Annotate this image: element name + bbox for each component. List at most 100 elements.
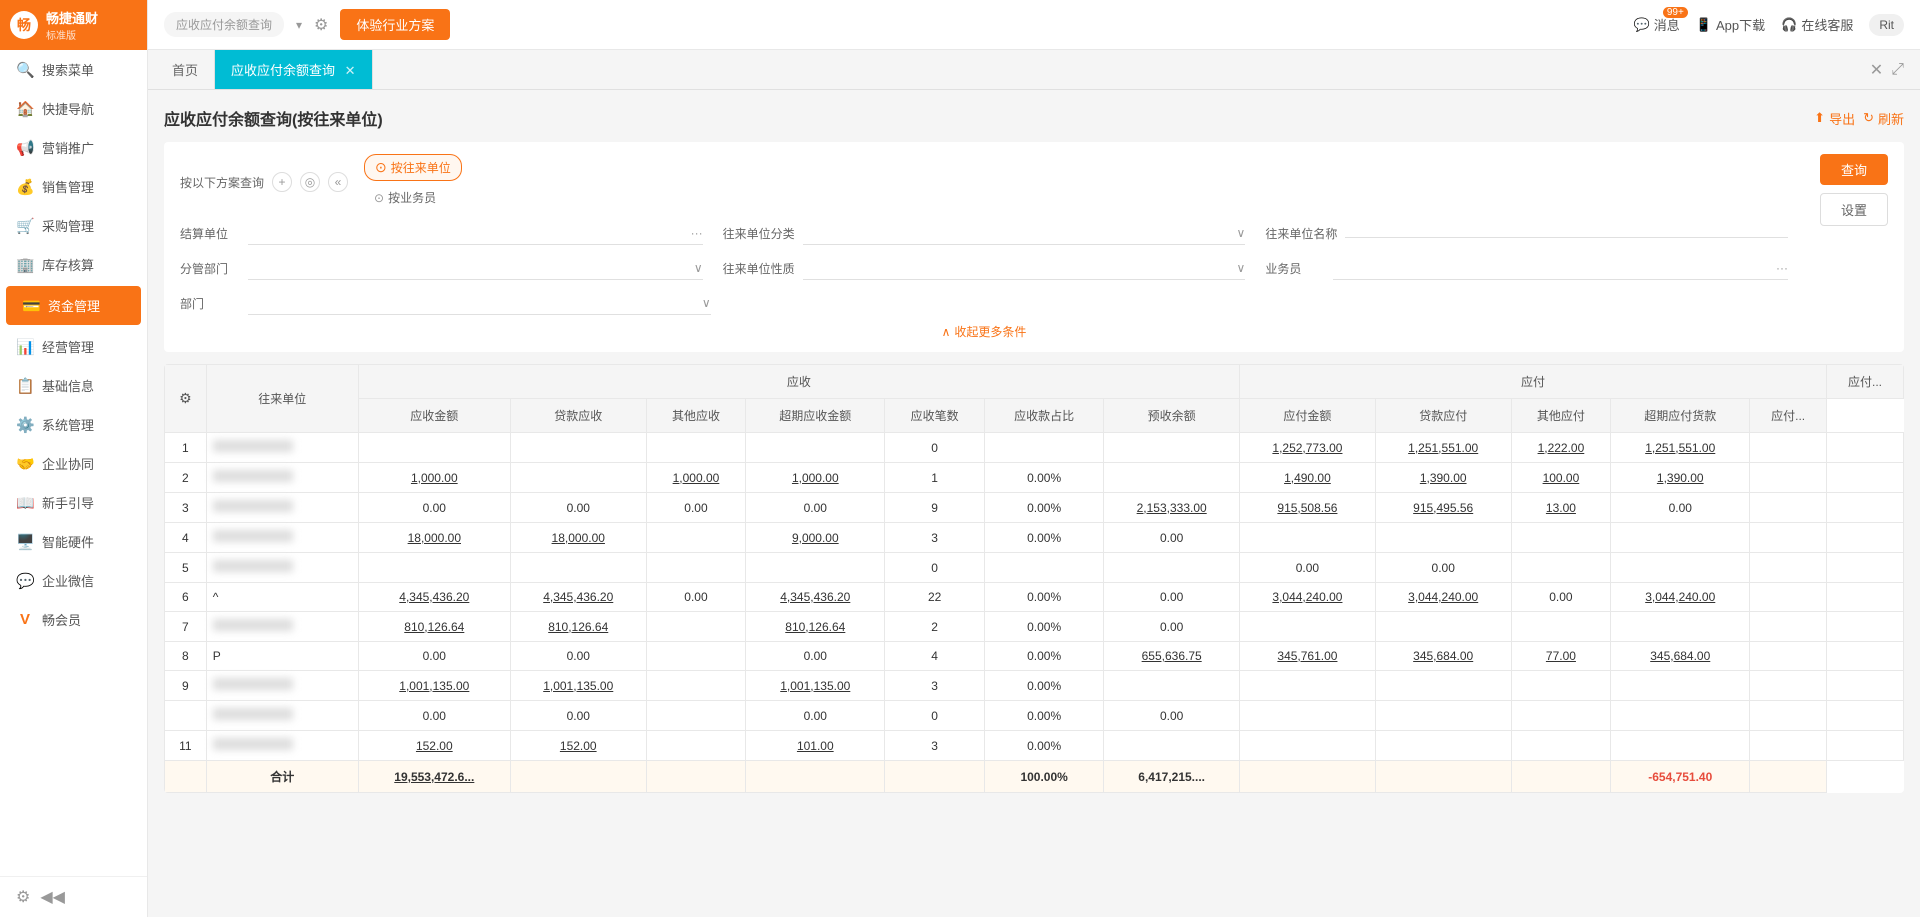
filter-by-customer[interactable]: ⊙ 按往来单位 [364,154,462,181]
filter-back-icon[interactable]: « [328,172,348,192]
row-ap_overdue[interactable]: 1,390.00 [1611,463,1750,493]
query-button[interactable]: 查询 [1820,154,1888,185]
filter-dept-input[interactable]: ∨ [248,292,711,315]
row-ar_count[interactable]: 4 [885,642,985,671]
row-ap_amount[interactable]: 1,490.00 [1240,463,1376,493]
filter-salesperson-input[interactable]: ··· [1333,257,1788,280]
maximize-icon[interactable]: ⤢ [1891,61,1904,79]
collapse-btn[interactable]: ◀◀ [40,887,65,907]
settings-btn[interactable]: ⚙ [16,887,30,907]
row-ar_count[interactable]: 22 [885,583,985,612]
row-ap_amount[interactable]: 0.00 [1240,553,1376,583]
row-ap_overdue[interactable]: 345,684.00 [1611,642,1750,671]
row-ar_loan[interactable]: 0.00 [510,493,646,523]
row-ar_prepaid[interactable]: 0.00 [1104,523,1240,553]
row-ar_loan[interactable]: 0.00 [510,701,646,731]
sidebar-item-basic[interactable]: 📋 基础信息 [0,366,147,405]
row-ar_other[interactable]: 0.00 [646,493,746,523]
demo-button[interactable]: 体验行业方案 [340,9,450,40]
row-ar_amount[interactable]: 0.00 [358,701,510,731]
row-ar_count[interactable]: 0 [885,433,985,463]
row-ar_count[interactable]: 3 [885,523,985,553]
row-ar_overdue[interactable]: 0.00 [746,701,885,731]
set-button[interactable]: 设置 [1820,193,1888,226]
sidebar-item-wechat[interactable]: 💬 企业微信 [0,561,147,600]
row-ar_amount[interactable]: 1,001,135.00 [358,671,510,701]
app-download-button[interactable]: 📱 App下载 [1696,15,1765,34]
footer-ar-amount[interactable]: 19,553,472.6... [358,761,510,793]
row-ap_other[interactable]: 1,222.00 [1511,433,1611,463]
gear-icon[interactable]: ⚙ [314,15,328,35]
sidebar-item-inventory[interactable]: 🏢 库存核算 [0,245,147,284]
row-ar_ratio[interactable]: 0.00% [984,612,1103,642]
row-ar_overdue[interactable]: 0.00 [746,493,885,523]
row-ar_prepaid[interactable]: 2,153,333.00 [1104,493,1240,523]
sidebar-item-search[interactable]: 🔍 搜索菜单 [0,50,147,89]
row-ap_amount[interactable]: 345,761.00 [1240,642,1376,671]
row-ap_loan[interactable]: 3,044,240.00 [1375,583,1511,612]
sidebar-item-member[interactable]: V 畅会员 [0,600,147,639]
tab-ar-query[interactable]: 应收应付余额查询 ✕ [215,50,373,89]
row-ar_overdue[interactable]: 810,126.64 [746,612,885,642]
sidebar-item-hardware[interactable]: 🖥️ 智能硬件 [0,522,147,561]
service-button[interactable]: 🎧 在线客服 [1781,15,1853,34]
row-ap_other[interactable]: 77.00 [1511,642,1611,671]
row-ar_amount[interactable]: 152.00 [358,731,510,761]
message-button[interactable]: 💬 消息 99+ [1634,15,1680,34]
row-ap_loan[interactable]: 345,684.00 [1375,642,1511,671]
row-ar_prepaid[interactable]: 655,636.75 [1104,642,1240,671]
row-ap_overdue[interactable]: 3,044,240.00 [1611,583,1750,612]
row-ar_loan[interactable]: 4,345,436.20 [510,583,646,612]
sidebar-item-quick[interactable]: 🏠 快捷导航 [0,89,147,128]
row-ar_overdue[interactable]: 9,000.00 [746,523,885,553]
sidebar-item-purchase[interactable]: 🛒 采购管理 [0,206,147,245]
row-ap_amount[interactable]: 915,508.56 [1240,493,1376,523]
row-ap_amount[interactable]: 1,252,773.00 [1240,433,1376,463]
filter-category-input[interactable]: ∨ [803,222,1246,245]
sidebar-item-finance[interactable]: 💳 资金管理 [6,286,141,325]
row-ar_ratio[interactable]: 0.00% [984,731,1103,761]
sidebar-item-enterprise[interactable]: 🤝 企业协同 [0,444,147,483]
row-ap_loan[interactable]: 915,495.56 [1375,493,1511,523]
user-profile[interactable]: Rit [1869,14,1904,36]
row-ar_loan[interactable]: 18,000.00 [510,523,646,553]
row-ap_amount[interactable]: 3,044,240.00 [1240,583,1376,612]
row-ar_count[interactable]: 3 [885,671,985,701]
filter-dept-manage-input[interactable]: ∨ [248,257,703,280]
tab-home[interactable]: 首页 [156,50,215,89]
sidebar-item-system[interactable]: ⚙️ 系统管理 [0,405,147,444]
row-ar_overdue[interactable]: 101.00 [746,731,885,761]
row-ap_other[interactable]: 13.00 [1511,493,1611,523]
row-ar_count[interactable]: 0 [885,701,985,731]
row-ar_ratio[interactable]: 0.00% [984,701,1103,731]
row-ar_count[interactable]: 9 [885,493,985,523]
row-ap_other[interactable]: 100.00 [1511,463,1611,493]
row-ar_prepaid[interactable]: 0.00 [1104,612,1240,642]
row-ar_count[interactable]: 1 [885,463,985,493]
row-ar_count[interactable]: 0 [885,553,985,583]
sidebar-item-sales[interactable]: 💰 销售管理 [0,167,147,206]
sidebar-item-marketing[interactable]: 📢 营销推广 [0,128,147,167]
row-ar_ratio[interactable]: 0.00% [984,671,1103,701]
row-ar_loan[interactable]: 0.00 [510,642,646,671]
row-ar_amount[interactable]: 810,126.64 [358,612,510,642]
row-ar_ratio[interactable]: 0.00% [984,463,1103,493]
add-filter-button[interactable]: + [272,172,292,192]
refresh-button[interactable]: ↻ 刷新 [1863,109,1904,128]
row-ar_amount[interactable]: 0.00 [358,493,510,523]
row-ar_count[interactable]: 3 [885,731,985,761]
row-ap_loan[interactable]: 0.00 [1375,553,1511,583]
row-ar_amount[interactable]: 4,345,436.20 [358,583,510,612]
row-ar_ratio[interactable]: 0.00% [984,493,1103,523]
filter-nature-input[interactable]: ∨ [803,257,1246,280]
row-ar_overdue[interactable]: 0.00 [746,642,885,671]
sidebar-item-guide[interactable]: 📖 新手引导 [0,483,147,522]
row-ar_amount[interactable]: 18,000.00 [358,523,510,553]
filter-settings-icon[interactable]: ◎ [300,172,320,192]
row-ar_prepaid[interactable]: 0.00 [1104,701,1240,731]
row-ar_ratio[interactable]: 0.00% [984,583,1103,612]
row-ar_loan[interactable]: 810,126.64 [510,612,646,642]
row-ar_prepaid[interactable]: 0.00 [1104,583,1240,612]
row-ar_amount[interactable]: 0.00 [358,642,510,671]
filter-name-input[interactable] [1345,229,1788,238]
